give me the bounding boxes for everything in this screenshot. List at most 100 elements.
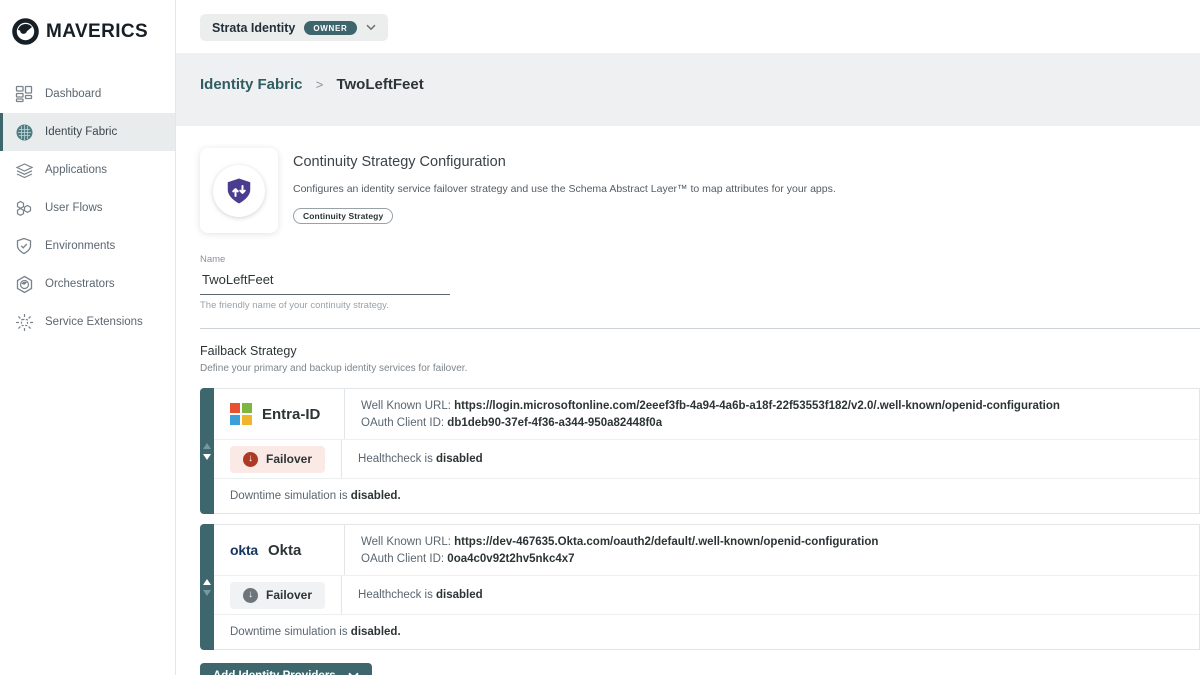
strategy-header: Continuity Strategy Configuration Config… bbox=[200, 148, 1200, 233]
healthcheck-prefix: Healthcheck is bbox=[358, 453, 437, 465]
add-identity-providers-button[interactable]: Add Identity Providers bbox=[200, 663, 372, 675]
failover-label: Failover bbox=[266, 452, 313, 466]
well-known-url-value: https://login.microsoftonline.com/2eeef3… bbox=[454, 399, 1060, 412]
org-name: Strata Identity bbox=[212, 20, 296, 35]
downtime-value: disabled. bbox=[350, 490, 401, 502]
provider-logo-name: Entra-ID bbox=[214, 389, 344, 439]
name-field-block: Name The friendly name of your continuit… bbox=[200, 254, 1200, 311]
move-down-icon[interactable] bbox=[203, 453, 211, 460]
failback-strategy-subtitle: Define your primary and backup identity … bbox=[200, 363, 468, 374]
org-switcher[interactable]: Strata Identity OWNER bbox=[200, 14, 388, 41]
well-known-url-label: Well Known URL: bbox=[361, 399, 451, 412]
move-down-icon[interactable] bbox=[203, 589, 211, 596]
sidebar-item-label: User Flows bbox=[45, 202, 103, 214]
provider-identity-row: Entra-ID Well Known URL: https://login.m… bbox=[214, 389, 1199, 440]
well-known-url-value: https://dev-467635.Okta.com/oauth2/defau… bbox=[454, 535, 879, 548]
oauth-client-id-line: OAuth Client ID: 0oa4c0v92t2hv5nkc4x7 bbox=[361, 553, 1183, 565]
downtime-prefix: Downtime simulation is bbox=[230, 490, 351, 502]
add-identity-providers-label: Add Identity Providers bbox=[213, 670, 336, 675]
oauth-client-id-value: 0oa4c0v92t2hv5nkc4x7 bbox=[447, 552, 575, 565]
name-input[interactable] bbox=[200, 265, 450, 295]
oauth-client-id-label: OAuth Client ID: bbox=[361, 552, 445, 565]
well-known-url-label: Well Known URL: bbox=[361, 535, 451, 548]
failover-badge[interactable]: ↓ Failover bbox=[230, 445, 326, 473]
downtime-simulation-row: Downtime simulation is disabled. bbox=[214, 615, 1199, 649]
reorder-handle[interactable] bbox=[200, 388, 214, 514]
dashboard-grid-icon bbox=[14, 84, 34, 104]
environments-shield-icon bbox=[14, 236, 34, 256]
orchestrators-hexagon-icon bbox=[14, 274, 34, 294]
sidebar-item-label: Service Extensions bbox=[45, 316, 143, 328]
owner-role-badge: OWNER bbox=[304, 20, 357, 35]
healthcheck-status: Healthcheck is disabled bbox=[341, 440, 483, 478]
page-title: Continuity Strategy Configuration bbox=[293, 154, 506, 170]
downtime-simulation-row: Downtime simulation is disabled. bbox=[214, 479, 1199, 513]
chevron-down-icon bbox=[366, 24, 376, 31]
provider-card-body: okta Okta Well Known URL: https://dev-46… bbox=[214, 524, 1200, 650]
healthcheck-value: disabled bbox=[436, 589, 483, 601]
failover-badge[interactable]: ↓ Failover bbox=[230, 581, 326, 609]
provider-details: Well Known URL: https://dev-467635.Okta.… bbox=[344, 525, 1199, 575]
downtime-prefix: Downtime simulation is bbox=[230, 626, 351, 638]
main-content: Continuity Strategy Configuration Config… bbox=[176, 126, 1200, 675]
move-up-icon[interactable] bbox=[203, 442, 211, 449]
sidebar-item-identity-fabric[interactable]: Identity Fabric bbox=[0, 113, 175, 151]
failover-wrap: ↓ Failover bbox=[230, 576, 326, 614]
brand-logo: MAVERICS bbox=[0, 0, 175, 75]
provider-details: Well Known URL: https://login.microsofto… bbox=[344, 389, 1199, 439]
sidebar-item-applications[interactable]: Applications bbox=[0, 151, 175, 189]
sidebar-item-orchestrators[interactable]: Orchestrators bbox=[0, 265, 175, 303]
sidebar-item-label: Dashboard bbox=[45, 88, 102, 100]
failover-arrow-icon: ↓ bbox=[243, 587, 258, 603]
sidebar-item-service-extensions[interactable]: Service Extensions bbox=[0, 303, 175, 341]
sidebar-item-user-flows[interactable]: User Flows bbox=[0, 189, 175, 227]
sidebar: MAVERICS Dashboard Identity Fabric Appli… bbox=[0, 0, 176, 675]
sidebar-nav: Dashboard Identity Fabric Applications U… bbox=[0, 75, 175, 341]
provider-name: Entra-ID bbox=[262, 405, 321, 423]
sidebar-item-environments[interactable]: Environments bbox=[0, 227, 175, 265]
breadcrumb-separator: > bbox=[315, 77, 324, 92]
microsoft-logo-icon bbox=[230, 403, 252, 425]
oauth-client-id-line: OAuth Client ID: db1deb90-37ef-4f36-a344… bbox=[361, 417, 1183, 429]
maverics-logo-icon bbox=[12, 18, 39, 45]
well-known-url-line: Well Known URL: https://login.microsofto… bbox=[361, 400, 1183, 412]
provider-logo-name: okta Okta bbox=[214, 525, 344, 575]
identity-provider-card: Entra-ID Well Known URL: https://login.m… bbox=[200, 388, 1200, 514]
breadcrumb: Identity Fabric > TwoLeftFeet bbox=[176, 53, 1200, 93]
name-field-helper: The friendly name of your continuity str… bbox=[200, 300, 389, 311]
sidebar-item-dashboard[interactable]: Dashboard bbox=[0, 75, 175, 113]
identity-fabric-globe-icon bbox=[14, 122, 34, 142]
failover-arrow-icon: ↓ bbox=[243, 451, 258, 467]
failover-wrap: ↓ Failover bbox=[230, 440, 326, 478]
provider-name: Okta bbox=[268, 541, 302, 559]
breadcrumb-band: Identity Fabric > TwoLeftFeet bbox=[176, 53, 1200, 126]
breadcrumb-section-link[interactable]: Identity Fabric bbox=[200, 76, 303, 93]
okta-logo-wordmark: okta bbox=[230, 542, 258, 558]
sidebar-item-label: Environments bbox=[45, 240, 116, 252]
reorder-handle[interactable] bbox=[200, 524, 214, 650]
provider-status-row: ↓ Failover Healthcheck is disabled bbox=[214, 576, 1199, 615]
well-known-url-line: Well Known URL: https://dev-467635.Okta.… bbox=[361, 536, 1183, 548]
breadcrumb-current: TwoLeftFeet bbox=[336, 76, 424, 93]
sidebar-item-label: Identity Fabric bbox=[45, 126, 118, 138]
identity-provider-card: okta Okta Well Known URL: https://dev-46… bbox=[200, 524, 1200, 650]
strategy-header-texts: Continuity Strategy Configuration Config… bbox=[293, 148, 836, 233]
move-up-icon[interactable] bbox=[203, 578, 211, 585]
name-field-label: Name bbox=[200, 254, 226, 265]
downtime-value: disabled. bbox=[350, 626, 401, 638]
user-flows-hexagons-icon bbox=[14, 198, 34, 218]
sidebar-item-label: Applications bbox=[45, 164, 108, 176]
brand-logo-text: MAVERICS bbox=[46, 20, 149, 42]
applications-layers-icon bbox=[14, 160, 34, 180]
oauth-client-id-value: db1deb90-37ef-4f36-a344-950a82448f0a bbox=[447, 416, 663, 429]
page-description: Configures an identity service failover … bbox=[293, 183, 836, 195]
topbar: Strata Identity OWNER bbox=[176, 0, 1200, 53]
healthcheck-value: disabled bbox=[436, 453, 483, 465]
oauth-client-id-label: OAuth Client ID: bbox=[361, 416, 445, 429]
section-divider bbox=[200, 328, 1200, 329]
provider-identity-row: okta Okta Well Known URL: https://dev-46… bbox=[214, 525, 1199, 576]
provider-card-body: Entra-ID Well Known URL: https://login.m… bbox=[214, 388, 1200, 514]
provider-list: Entra-ID Well Known URL: https://login.m… bbox=[200, 388, 1200, 650]
provider-status-row: ↓ Failover Healthcheck is disabled bbox=[214, 440, 1199, 479]
failover-label: Failover bbox=[266, 588, 313, 602]
